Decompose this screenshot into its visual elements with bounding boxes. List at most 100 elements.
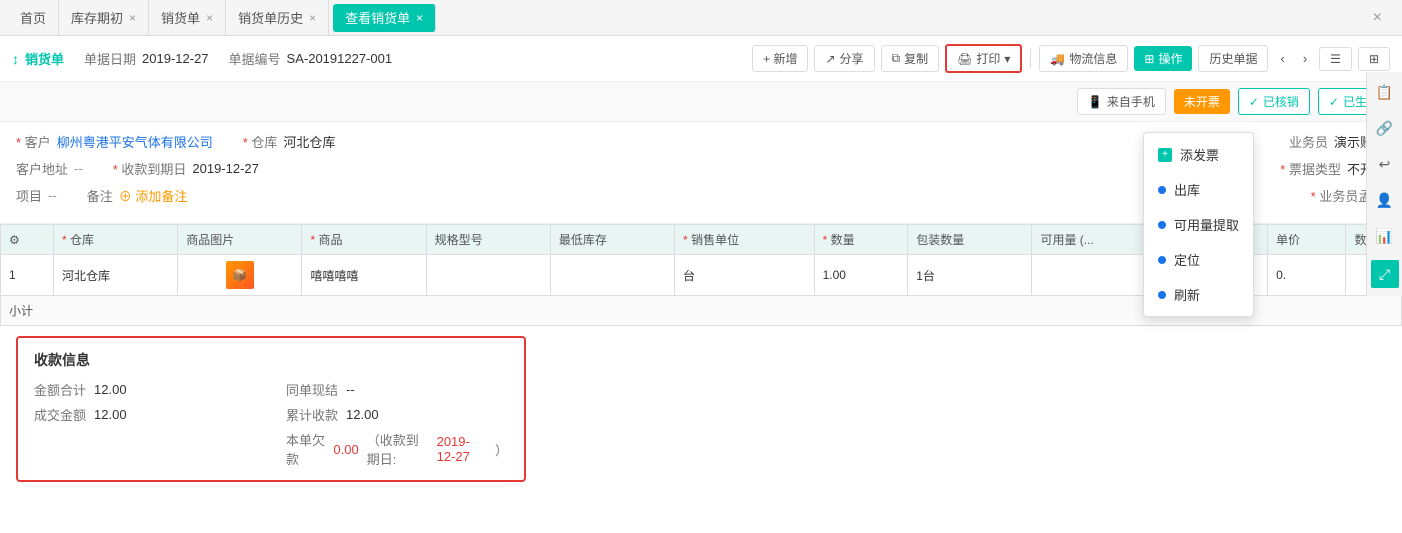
- logistics-icon: 🚚: [1050, 52, 1065, 66]
- payment-grid: 金额合计 12.00 同单现结 -- 成交金额 12.00 累计收款 12.00…: [34, 380, 508, 468]
- next-record-button[interactable]: ›: [1297, 47, 1313, 70]
- cumulative-field: 累计收款 12.00: [286, 405, 508, 424]
- add-note-button[interactable]: ⊕ 添加备注: [119, 186, 188, 205]
- right-icon-user[interactable]: 👤: [1373, 188, 1397, 212]
- print-button[interactable]: 🖨 打印 ▾: [945, 44, 1022, 73]
- effective-icon: ✓: [1329, 95, 1339, 109]
- right-icons-panel: 📋 🔗 ↩ 👤 📊 ⤢: [1366, 72, 1402, 296]
- row-img: 📦: [178, 255, 302, 296]
- row-spec: [426, 255, 550, 296]
- doc-title: ↕ 销货单: [12, 49, 64, 68]
- col-settings[interactable]: ⚙: [1, 225, 54, 255]
- warehouse-label: 仓库: [243, 132, 278, 151]
- tab-sales-history-close[interactable]: ×: [309, 11, 316, 25]
- tab-sales-history[interactable]: 销货单历史 ×: [226, 0, 329, 36]
- locate-icon: [1158, 256, 1166, 264]
- right-icon-link[interactable]: 🔗: [1373, 116, 1397, 140]
- doc-meta: 单据日期 2019-12-27 单据编号 SA-20191227-001: [84, 49, 392, 68]
- tab-inventory[interactable]: 库存期初 ×: [59, 0, 149, 36]
- right-icon-chart[interactable]: 📊: [1373, 224, 1397, 248]
- tab-view-sales[interactable]: 查看销货单 ×: [333, 4, 436, 32]
- history-button[interactable]: 历史单据: [1198, 45, 1268, 72]
- doc-type-icon: ↕: [12, 51, 19, 67]
- operation-button[interactable]: ⊞ 操作: [1134, 46, 1192, 71]
- col-unit: 销售单位: [675, 225, 815, 255]
- product-thumbnail: 📦: [226, 261, 254, 289]
- right-icon-expand[interactable]: ⤢: [1371, 260, 1399, 288]
- copy-icon: ⧉: [892, 51, 901, 66]
- staff-label: 业务员: [1289, 132, 1328, 151]
- row-min-stock: [550, 255, 674, 296]
- dropdown-item-outbound[interactable]: 出库: [1144, 172, 1253, 207]
- window-close-button[interactable]: ×: [1361, 9, 1394, 27]
- total-amount-field: 金额合计 12.00: [34, 380, 256, 399]
- row-product: 嘻嘻嘻嘻: [302, 255, 426, 296]
- copy-button[interactable]: ⧉ 复制: [881, 45, 940, 72]
- dropdown-item-invoice[interactable]: + 添发票: [1144, 137, 1253, 172]
- share-button[interactable]: ↗ 分享: [814, 45, 874, 72]
- check-icon: ✓: [1249, 95, 1259, 109]
- tab-home[interactable]: 首页: [8, 0, 59, 36]
- tab-view-sales-close[interactable]: ×: [416, 11, 423, 25]
- right-icon-copy[interactable]: 📋: [1373, 80, 1397, 104]
- warehouse-value: 河北仓库: [283, 132, 335, 151]
- print-icon: 🖨: [957, 52, 972, 66]
- doc-date-field: 单据日期 2019-12-27: [84, 49, 209, 68]
- warehouse-field: 仓库 河北仓库: [243, 132, 336, 151]
- payment-title: 收款信息: [34, 350, 508, 370]
- detail-view-button[interactable]: ⊞: [1358, 47, 1390, 71]
- available-icon: [1158, 221, 1166, 229]
- col-product: 商品: [302, 225, 426, 255]
- plus-icon: ⊕: [119, 189, 132, 204]
- toolbar-right: + 新增 ↗ 分享 ⧉ 复制 🖨 打印 ▾ 🚚 物流信息 ⊞ 操作: [752, 44, 1390, 73]
- dropdown-item-refresh[interactable]: 刷新: [1144, 277, 1253, 312]
- payment-date-value: 2019-12-27: [192, 161, 259, 176]
- due-amount-field: 本单欠款 0.00 （收款到期日: 2019-12-27 ）: [286, 430, 508, 468]
- customer-field: 客户 柳州粤港平安气体有限公司: [16, 132, 213, 151]
- tab-sales-close[interactable]: ×: [206, 11, 213, 25]
- dropdown-item-locate[interactable]: 定位: [1144, 242, 1253, 277]
- not-open-button[interactable]: 未开票: [1174, 89, 1230, 114]
- new-button[interactable]: + 新增: [752, 45, 808, 72]
- customer-label: 客户: [16, 132, 51, 151]
- invoice-icon: +: [1158, 148, 1172, 162]
- share-icon: ↗: [825, 52, 835, 66]
- from-phone-button[interactable]: 📱 来自手机: [1077, 88, 1166, 115]
- right-icon-return[interactable]: ↩: [1373, 152, 1397, 176]
- prev-record-button[interactable]: ‹: [1274, 47, 1290, 70]
- grid-view-button[interactable]: ☰: [1319, 47, 1352, 71]
- tab-bar: 首页 库存期初 × 销货单 × 销货单历史 × 查看销货单 × ×: [0, 0, 1402, 36]
- col-pack-qty: 包装数量: [908, 225, 1032, 255]
- second-toolbar: 📱 来自手机 未开票 ✓ 已核销 ✓ 已生效: [0, 82, 1402, 122]
- col-min-stock: 最低库存: [550, 225, 674, 255]
- payment-date-field: 收款到期日 2019-12-27: [113, 159, 259, 178]
- doc-number-field: 单据编号 SA-20191227-001: [229, 49, 393, 68]
- address-field: 客户地址 --: [16, 159, 83, 178]
- print-dropdown-arrow[interactable]: ▾: [1004, 52, 1010, 66]
- row-warehouse: 河北仓库: [54, 255, 178, 296]
- payment-section: 收款信息 金额合计 12.00 同单现结 -- 成交金额 12.00 累计收款 …: [16, 336, 526, 482]
- invoice-label: 票据类型: [1280, 159, 1341, 178]
- toolbar-separator: [1030, 49, 1031, 69]
- project-value: --: [48, 188, 57, 203]
- operation-icon: ⊞: [1144, 52, 1154, 66]
- tab-inventory-close[interactable]: ×: [129, 11, 136, 25]
- address-label: 客户地址: [16, 159, 68, 178]
- outbound-icon: [1158, 186, 1166, 194]
- operation-dropdown: + 添发票 出库 可用量提取 定位 刷新: [1143, 132, 1254, 317]
- transaction-field: 成交金额 12.00: [34, 405, 256, 424]
- col-unit-price: 单价: [1268, 225, 1346, 255]
- row-pack-qty: 1台: [908, 255, 1032, 296]
- notes-label: 备注: [87, 186, 113, 205]
- col-img: 商品图片: [178, 225, 302, 255]
- project-field: 项目 --: [16, 186, 57, 205]
- customer-value[interactable]: 柳州粤港平安气体有限公司: [57, 132, 213, 151]
- row-qty: 1.00: [814, 255, 908, 296]
- tab-sales[interactable]: 销货单 ×: [149, 0, 226, 36]
- dropdown-item-available[interactable]: 可用量提取: [1144, 207, 1253, 242]
- check-button[interactable]: ✓ 已核销: [1238, 88, 1310, 115]
- phone-icon: 📱: [1088, 95, 1103, 109]
- logistics-button[interactable]: 🚚 物流信息: [1039, 45, 1128, 72]
- project-label: 项目: [16, 186, 42, 205]
- refresh-icon: [1158, 291, 1166, 299]
